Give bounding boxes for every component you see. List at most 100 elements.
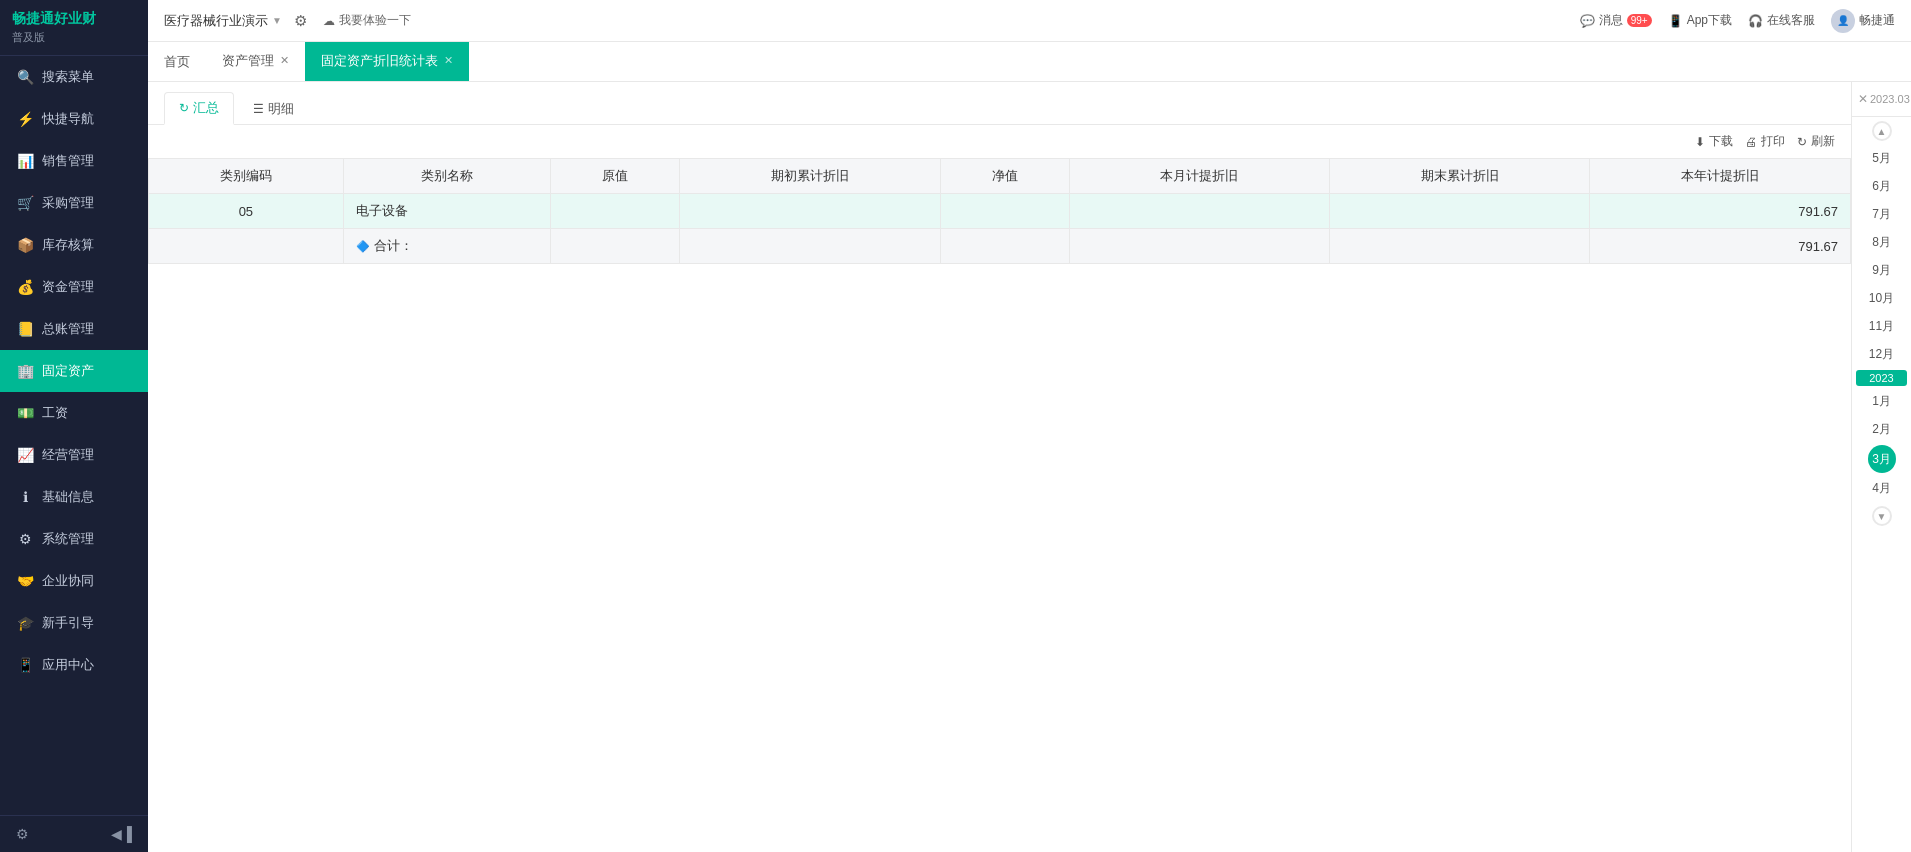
sidebar-item-cooperation[interactable]: 🤝 企业协同 [0,560,148,602]
sub-tab-detail[interactable]: ☰ 明细 [238,93,309,124]
tab-label-depreciation-table: 固定资产折旧统计表 [321,52,438,70]
table-cell: 791.67 [1590,194,1851,229]
timeline-month[interactable]: 1月 [1856,388,1907,415]
col-header: 类别编码 [149,159,344,194]
right-panel: ✕ 2023.03 ⤢ ▲5月6月7月8月9月10月11月12月20231月2月… [1851,82,1911,852]
depreciation-table: 类别编码类别名称原值期初累计折旧净值本月计提折旧期末累计折旧本年计提折旧 05电… [148,158,1851,264]
timeline-month[interactable]: 10月 [1856,285,1907,312]
tab-home[interactable]: 首页 [148,42,206,81]
customer-service-btn[interactable]: 🎧 在线客服 [1748,12,1815,29]
timeline-month[interactable]: 6月 [1856,173,1907,200]
sub-tab-icon-summary: ↻ [179,101,189,115]
col-header: 类别名称 [343,159,550,194]
message-btn[interactable]: 💬 消息 99+ [1580,12,1652,29]
user-name: 畅捷通 [1859,12,1895,29]
content-area: ↻ 汇总 ☰ 明细 ⬇ 下载 🖨 打印 ↻ 刷新 [148,82,1911,852]
nav-icon-sales: 📊 [16,152,34,170]
tab-asset-management[interactable]: 资产管理✕ [206,42,305,81]
col-header: 期初累计折旧 [680,159,940,194]
toolbar: ⬇ 下载 🖨 打印 ↻ 刷新 [148,125,1851,158]
sidebar-item-inventory[interactable]: 📦 库存核算 [0,224,148,266]
nav-icon-system: ⚙ [16,530,34,548]
total-cell [149,229,344,264]
sidebar-item-operations[interactable]: 📈 经营管理 [0,434,148,476]
sidebar-item-fixed-assets[interactable]: 🏢 固定资产 [0,350,148,392]
sidebar-item-app-center[interactable]: 📱 应用中心 [0,644,148,686]
tab-label-home: 首页 [164,53,190,71]
user-profile[interactable]: 👤 畅捷通 [1831,9,1895,33]
table-cell: 电子设备 [343,194,550,229]
timeline-scroll-down[interactable]: ▼ [1872,506,1892,526]
sidebar-item-search[interactable]: 🔍 搜索菜单 [0,56,148,98]
timeline-month[interactable]: 12月 [1856,341,1907,368]
sub-tabs: ↻ 汇总 ☰ 明细 [148,82,1851,125]
nav-label-basic-info: 基础信息 [42,488,94,506]
app-download-btn[interactable]: 📱 App下载 [1668,12,1732,29]
tab-close-depreciation-table[interactable]: ✕ [444,54,453,67]
sidebar-nav: 🔍 搜索菜单 ⚡ 快捷导航 📊 销售管理 🛒 采购管理 📦 库存核算 💰 资金管… [0,56,148,815]
nav-icon-guide: 🎓 [16,614,34,632]
timeline-month[interactable]: 8月 [1856,229,1907,256]
timeline-month[interactable]: 7月 [1856,201,1907,228]
right-panel-close-icon[interactable]: ✕ [1858,92,1868,106]
total-cell [680,229,940,264]
sidebar-item-system[interactable]: ⚙ 系统管理 [0,518,148,560]
nav-icon-cooperation: 🤝 [16,572,34,590]
total-cell [940,229,1069,264]
nav-icon-basic-info: ℹ [16,488,34,506]
topbar: 医疗器械行业演示 ▼ ⚙ ☁ 我要体验一下 💬 消息 99+ 📱 App下载 🎧… [148,0,1911,42]
print-label: 打印 [1761,133,1785,150]
sidebar-item-payroll[interactable]: 💵 工资 [0,392,148,434]
sidebar-item-purchase[interactable]: 🛒 采购管理 [0,182,148,224]
tab-bar: 首页资产管理✕ 固定资产折旧统计表 ✕ [148,42,1911,82]
sidebar-item-funds[interactable]: 💰 资金管理 [0,266,148,308]
refresh-btn[interactable]: ↻ 刷新 [1797,133,1835,150]
headset-icon: 🎧 [1748,14,1763,28]
table-cell [551,194,680,229]
print-btn[interactable]: 🖨 打印 [1745,133,1785,150]
company-selector[interactable]: 医疗器械行业演示 ▼ [164,12,282,30]
sidebar-item-ledger[interactable]: 📒 总账管理 [0,308,148,350]
nav-label-guide: 新手引导 [42,614,94,632]
nav-label-payroll: 工资 [42,404,68,422]
nav-icon-funds: 💰 [16,278,34,296]
download-icon: 📱 [1668,14,1683,28]
experience-btn[interactable]: ☁ 我要体验一下 [323,12,411,29]
timeline-month[interactable]: 2月 [1856,416,1907,443]
table-cell [940,194,1069,229]
sidebar-item-sales[interactable]: 📊 销售管理 [0,140,148,182]
col-header: 本年计提折旧 [1590,159,1851,194]
collapse-icon[interactable]: ◀▐ [111,826,132,842]
topbar-settings-icon[interactable]: ⚙ [294,12,307,30]
topbar-right: 💬 消息 99+ 📱 App下载 🎧 在线客服 👤 畅捷通 [1580,9,1895,33]
nav-label-cooperation: 企业协同 [42,572,94,590]
sidebar: 畅捷通好业财 普及版 🔍 搜索菜单 ⚡ 快捷导航 📊 销售管理 🛒 采购管理 📦… [0,0,148,852]
timeline-month[interactable]: 4月 [1856,475,1907,502]
total-icon: 🔷 [356,240,370,252]
timeline-month[interactable]: 5月 [1856,145,1907,172]
sidebar-item-basic-info[interactable]: ℹ 基础信息 [0,476,148,518]
timeline-month[interactable]: 9月 [1856,257,1907,284]
timeline-scroll-up[interactable]: ▲ [1872,121,1892,141]
nav-label-purchase: 采购管理 [42,194,94,212]
sidebar-item-quick-nav[interactable]: ⚡ 快捷导航 [0,98,148,140]
settings-icon[interactable]: ⚙ [16,826,29,842]
table-cell: 05 [149,194,344,229]
nav-icon-purchase: 🛒 [16,194,34,212]
timeline-year[interactable]: 2023 [1856,370,1907,386]
col-header: 净值 [940,159,1069,194]
tab-close-asset-management[interactable]: ✕ [280,54,289,67]
col-header: 原值 [551,159,680,194]
download-btn[interactable]: ⬇ 下载 [1695,133,1733,150]
timeline-month[interactable]: 11月 [1856,313,1907,340]
sub-tab-summary[interactable]: ↻ 汇总 [164,92,234,125]
cloud-icon: ☁ [323,14,335,28]
sidebar-item-guide[interactable]: 🎓 新手引导 [0,602,148,644]
sub-tab-label-summary: 汇总 [193,99,219,117]
col-header: 期末累计折旧 [1330,159,1590,194]
app-title: 畅捷通好业财 [12,10,96,28]
nav-icon-ledger: 📒 [16,320,34,338]
avatar: 👤 [1831,9,1855,33]
tab-depreciation-table[interactable]: 固定资产折旧统计表 ✕ [305,42,469,81]
timeline-month-active[interactable]: 3月 [1868,445,1896,473]
